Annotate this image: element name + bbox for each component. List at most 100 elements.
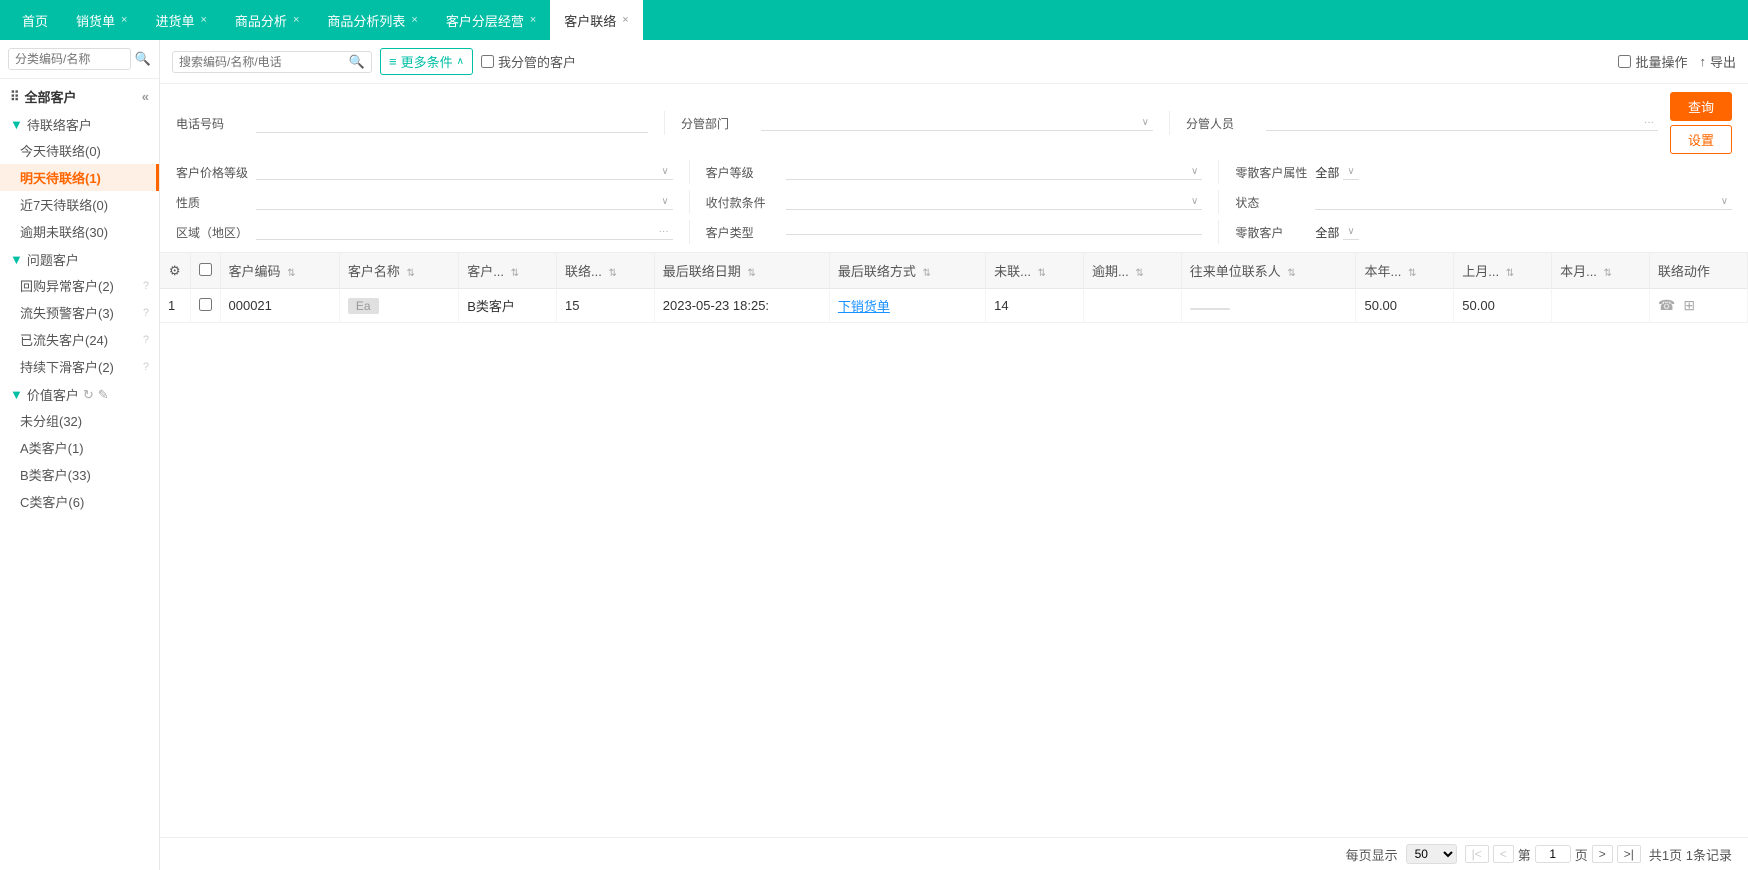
sort-last-method-icon[interactable]: ⇅: [923, 268, 931, 279]
filter-retail-attr-label: 零散客户属性: [1235, 164, 1315, 181]
sidebar-item-7day-contact[interactable]: 近7天待联络(0): [0, 191, 159, 218]
filter-person-select[interactable]: ···: [1266, 115, 1658, 131]
sort-name-icon[interactable]: ⇅: [406, 268, 414, 279]
help-icon-4: ?: [143, 361, 149, 373]
payment-caret-icon: ∨: [1191, 196, 1198, 207]
nav-item-purchase[interactable]: 进货单 ×: [141, 0, 220, 40]
sidebar-item-type-a[interactable]: A类客户(1): [0, 434, 159, 461]
next-page-button[interactable]: >: [1592, 845, 1613, 863]
group-problem-customers: ▼ 问题客户: [0, 245, 159, 272]
nav-item-analysis-list[interactable]: 商品分析列表 ×: [313, 0, 431, 40]
query-button[interactable]: 查询: [1670, 92, 1732, 121]
sidebar-item-type-b[interactable]: B类客户(33): [0, 461, 159, 488]
batch-checkbox[interactable]: [1618, 55, 1631, 68]
filter-nature-select[interactable]: ∨: [256, 194, 673, 210]
last-method-link[interactable]: 下销货单: [838, 299, 890, 314]
filter-row-3: 性质 ∨ 收付款条件 ∨ 状态 ∨: [176, 190, 1732, 214]
filter-retail-attr-select[interactable]: ∨: [1343, 164, 1358, 180]
sidebar-item-churned[interactable]: 已流失客户(24) ?: [0, 326, 159, 353]
close-analysis-list-icon[interactable]: ×: [411, 14, 417, 26]
action-phone-icon[interactable]: ☎: [1658, 297, 1675, 314]
action-more-icon[interactable]: ⊞: [1683, 297, 1695, 314]
filter-customer-level-select[interactable]: ∨: [786, 164, 1203, 180]
sidebar-item-declining[interactable]: 持续下滑客户(2) ?: [0, 353, 159, 380]
filter-payment-terms: 收付款条件 ∨: [706, 194, 1203, 211]
filter-panel: 电话号码 分管部门 ∨ 分管人员 ···: [160, 84, 1748, 253]
col-overdue: 逾期... ⇅: [1083, 253, 1181, 289]
search-button-icon[interactable]: 🔍: [349, 54, 365, 70]
search-input[interactable]: [179, 55, 349, 69]
nav-item-sales[interactable]: 销货单 ×: [62, 0, 141, 40]
page-number-input[interactable]: [1535, 845, 1571, 863]
close-sales-icon[interactable]: ×: [121, 14, 127, 26]
sidebar-item-type-c[interactable]: C类客户(6): [0, 488, 159, 515]
sidebar-item-ungrouped[interactable]: 未分组(32): [0, 407, 159, 434]
sidebar-search-icon[interactable]: 🔍: [135, 51, 151, 67]
toolbar-right: 批量操作 ↑ 导出: [1618, 52, 1736, 71]
filter-phone-input[interactable]: [256, 114, 648, 133]
cell-not-contacted: 14: [986, 289, 1084, 323]
sort-last-month-icon[interactable]: ⇅: [1506, 268, 1514, 279]
select-all-checkbox[interactable]: [199, 263, 212, 276]
col-unit-contacts: 往来单位联系人 ⇅: [1181, 253, 1356, 289]
row-checkbox[interactable]: [199, 298, 212, 311]
edit-icon[interactable]: ✎: [98, 387, 109, 403]
cell-contacts: [1181, 289, 1356, 323]
sort-unit-contacts-icon[interactable]: ⇅: [1287, 268, 1295, 279]
close-analysis-icon[interactable]: ×: [293, 14, 299, 26]
sort-code-icon[interactable]: ⇅: [287, 268, 295, 279]
per-page-select[interactable]: 50 100: [1406, 844, 1457, 864]
sort-type-icon[interactable]: ⇅: [511, 268, 519, 279]
nav-home[interactable]: 首页: [8, 0, 62, 40]
nav-item-customer-contact[interactable]: 客户联络 ×: [550, 0, 642, 40]
filter-dept-select[interactable]: ∨: [761, 115, 1153, 131]
sort-this-year-icon[interactable]: ⇅: [1408, 268, 1416, 279]
sort-contact-icon[interactable]: ⇅: [608, 268, 616, 279]
sort-last-date-icon[interactable]: ⇅: [747, 268, 755, 279]
close-purchase-icon[interactable]: ×: [200, 14, 206, 26]
close-customer-tier-icon[interactable]: ×: [530, 14, 536, 26]
filter-price-level-select[interactable]: ∨: [256, 164, 673, 180]
close-customer-contact-icon[interactable]: ×: [622, 14, 628, 26]
col-gear[interactable]: ⚙: [160, 253, 190, 289]
table-wrap: ⚙ 客户编码 ⇅ 客户名称 ⇅ 客户...: [160, 253, 1748, 837]
setting-button[interactable]: 设置: [1670, 125, 1732, 154]
last-page-button[interactable]: >|: [1617, 845, 1641, 863]
more-filter-button[interactable]: ≡ 更多条件 ∧: [380, 48, 473, 75]
first-page-button[interactable]: |<: [1465, 845, 1489, 863]
search-input-wrap: 🔍: [172, 51, 372, 73]
sidebar-item-tomorrow-contact[interactable]: 明天待联络(1): [0, 164, 159, 191]
sort-overdue-icon[interactable]: ⇅: [1135, 268, 1143, 279]
toolbar: 🔍 ≡ 更多条件 ∧ 我分管的客户 批量操作 ↑ 导出: [160, 40, 1748, 84]
batch-operation-button[interactable]: 批量操作: [1618, 52, 1687, 71]
filter-customer-type-select[interactable]: [786, 230, 1203, 235]
nav-item-customer-tier[interactable]: 客户分层经营 ×: [432, 0, 550, 40]
cell-type: B类客户: [459, 289, 557, 323]
sidebar-collapse-icon[interactable]: «: [142, 89, 149, 104]
pagination-controls: |< < 第 页 > >|: [1465, 845, 1641, 864]
filter-status-select[interactable]: ∨: [1315, 194, 1732, 210]
filter-status-label: 状态: [1235, 194, 1315, 211]
export-button[interactable]: ↑ 导出: [1699, 52, 1736, 71]
cell-this-year: 50.00: [1356, 289, 1454, 323]
sidebar-item-today-contact[interactable]: 今天待联络(0): [0, 137, 159, 164]
dept-caret-icon: ∨: [1142, 117, 1149, 128]
filter-retail-customer-label: 零散客户: [1235, 224, 1315, 241]
filter-retail-customer-select[interactable]: ∨: [1343, 224, 1358, 240]
cell-check: [190, 289, 220, 323]
sidebar-search-input[interactable]: [8, 48, 131, 70]
nature-caret-icon: ∨: [661, 196, 668, 207]
sort-not-contacted-icon[interactable]: ⇅: [1038, 268, 1046, 279]
prev-page-button[interactable]: <: [1493, 845, 1514, 863]
sidebar-item-abnormal-repurchase[interactable]: 回购异常客户(2) ?: [0, 272, 159, 299]
sidebar-item-churn-warning[interactable]: 流失预警客户(3) ?: [0, 299, 159, 326]
sidebar-item-overdue-contact[interactable]: 逾期未联络(30): [0, 218, 159, 245]
my-customers-checkbox[interactable]: [481, 55, 494, 68]
all-customers-header[interactable]: ⠿ 全部客户 «: [0, 79, 159, 110]
filter-payment-terms-select[interactable]: ∨: [786, 194, 1203, 210]
filter-region-select[interactable]: ···: [256, 224, 673, 240]
refresh-icon[interactable]: ↻: [83, 387, 94, 403]
sort-this-month-icon[interactable]: ⇅: [1604, 268, 1612, 279]
filter-person-label: 分管人员: [1186, 115, 1266, 132]
nav-item-analysis[interactable]: 商品分析 ×: [221, 0, 313, 40]
